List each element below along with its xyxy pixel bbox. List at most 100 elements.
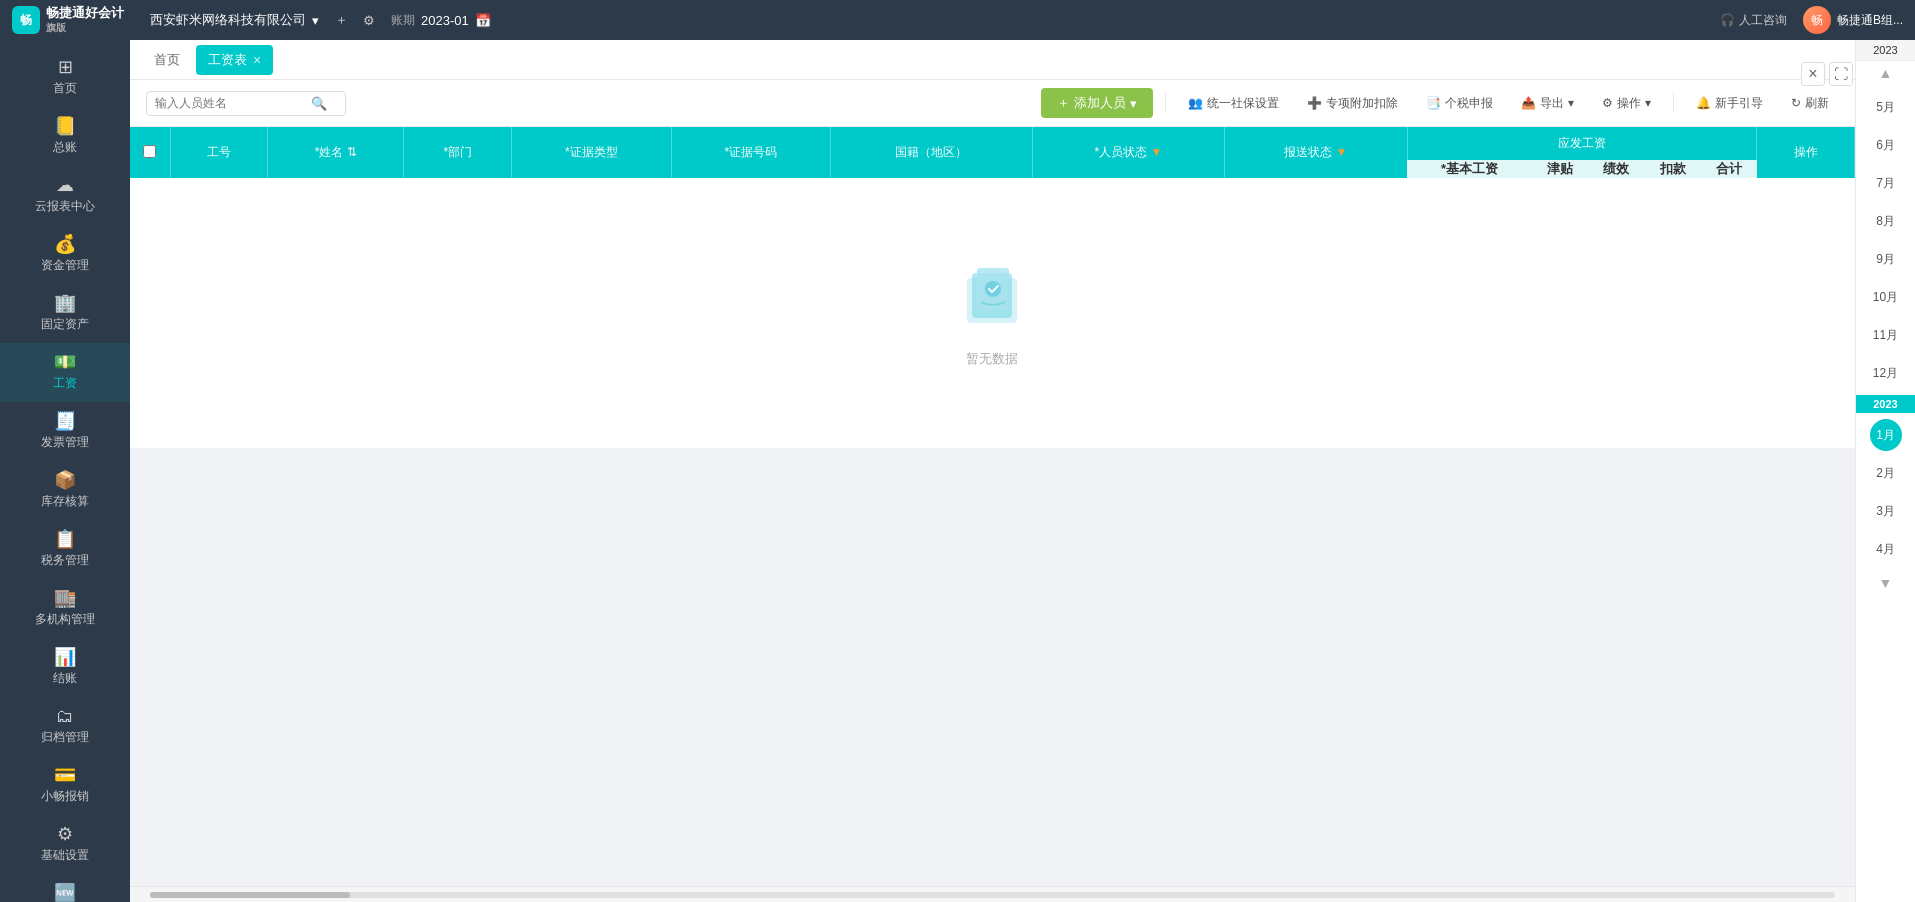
sidebar-item-cloud[interactable]: ☁ 云报表中心 — [0, 166, 130, 225]
sidebar: ⊞ 首页 📒 总账 ☁ 云报表中心 💰 资金管理 🏢 固定资产 💵 工资 🧾 发… — [0, 40, 130, 902]
month-7[interactable]: 7月 — [1870, 167, 1902, 199]
special-deduction-btn[interactable]: ➕ 专项附加扣除 — [1297, 90, 1408, 117]
sidebar-item-multi[interactable]: 🏬 多机构管理 — [0, 579, 130, 638]
tab-home[interactable]: 首页 — [142, 45, 192, 75]
col-deduction: 扣款 — [1644, 160, 1700, 178]
col-nation: 国籍（地区） — [831, 127, 1032, 178]
tab-close-icon[interactable]: × — [253, 52, 261, 68]
social-settings-btn[interactable]: 👥 统一社保设置 — [1178, 90, 1289, 117]
refresh-icon: ↻ — [1791, 96, 1801, 110]
guide-icon: 🔔 — [1696, 96, 1711, 110]
sort-icon[interactable]: ⇅ — [347, 145, 357, 159]
sidebar-item-assets[interactable]: 🏢 固定资产 — [0, 284, 130, 343]
month-1[interactable]: 1月 — [1870, 419, 1902, 451]
month-11[interactable]: 11月 — [1870, 319, 1902, 351]
sidebar-item-archive[interactable]: 🗂 归档管理 — [0, 697, 130, 756]
search-input[interactable] — [155, 96, 305, 110]
assets-icon: 🏢 — [54, 294, 76, 312]
sidebar-item-guide[interactable]: 🆕 新手引导 — [0, 874, 130, 902]
select-all-checkbox[interactable] — [143, 145, 156, 158]
period-selector[interactable]: 账期 2023-01 📅 — [383, 12, 499, 29]
tax-icon: 📑 — [1426, 96, 1441, 110]
date-nav-up[interactable]: ▲ — [1856, 61, 1915, 85]
tab-salary[interactable]: 工资表 × — [196, 45, 273, 75]
action-icon: ⚙ — [1602, 96, 1613, 110]
report-filter-icon[interactable]: ▼ — [1336, 145, 1348, 159]
col-status: *人员状态 ▼ — [1032, 127, 1225, 178]
month-8[interactable]: 8月 — [1870, 205, 1902, 237]
app-logo: 畅 畅捷通好会计 旗版 — [12, 5, 142, 35]
sidebar-item-tax[interactable]: 📋 税务管理 — [0, 520, 130, 579]
sep1 — [1165, 93, 1166, 113]
add-person-btn[interactable]: ＋ 添加人员 ▾ — [1041, 88, 1153, 118]
period-label: 账期 — [391, 12, 415, 29]
service-btn[interactable]: 🎧 人工咨询 — [1720, 12, 1787, 29]
new-guide-btn[interactable]: 🔔 新手引导 — [1686, 90, 1773, 117]
add-company-btn[interactable]: ＋ — [327, 6, 355, 34]
search-box[interactable]: 🔍 — [146, 91, 346, 116]
main-layout: ⊞ 首页 📒 总账 ☁ 云报表中心 💰 资金管理 🏢 固定资产 💵 工资 🧾 发… — [0, 40, 1915, 902]
export-dropdown-icon: ▾ — [1568, 96, 1574, 110]
month-9[interactable]: 9月 — [1870, 243, 1902, 275]
expand-panel-btn[interactable]: ⛶ — [1829, 62, 1853, 86]
close-panel-btn[interactable]: × — [1801, 62, 1825, 86]
month-5[interactable]: 5月 — [1870, 91, 1902, 123]
col-checkbox[interactable] — [130, 127, 170, 178]
toolbar: 🔍 ＋ 添加人员 ▾ 👥 统一社保设置 ➕ 专项附加扣除 📑 个税申报 — [130, 80, 1855, 127]
status-filter-icon[interactable]: ▼ — [1150, 145, 1162, 159]
sidebar-item-salary[interactable]: 💵 工资 — [0, 343, 130, 402]
action-btn[interactable]: ⚙ 操作 ▾ — [1592, 90, 1661, 117]
inventory-icon: 📦 — [54, 471, 76, 489]
sidebar-item-inventory[interactable]: 📦 库存核算 — [0, 461, 130, 520]
user-menu[interactable]: 畅 畅捷通B组... — [1803, 6, 1903, 34]
multi-icon: 🏬 — [54, 589, 76, 607]
company-selector[interactable]: 西安虾米网络科技有限公司 ▾ — [142, 7, 327, 33]
sidebar-item-invoice[interactable]: 🧾 发票管理 — [0, 402, 130, 461]
month-2[interactable]: 2月 — [1870, 457, 1902, 489]
panel-controls: × ⛶ — [1801, 62, 1853, 86]
tax-icon: 📋 — [54, 530, 76, 548]
cloud-icon: ☁ — [56, 176, 74, 194]
action-dropdown-icon: ▾ — [1645, 96, 1651, 110]
empty-icon — [952, 258, 1032, 338]
sidebar-label-salary: 工资 — [53, 375, 77, 392]
sidebar-item-settings[interactable]: ⚙ 基础设置 — [0, 815, 130, 874]
sidebar-label-inventory: 库存核算 — [41, 493, 89, 510]
col-allowance: 津贴 — [1532, 160, 1588, 178]
tax-report-btn[interactable]: 📑 个税申报 — [1416, 90, 1503, 117]
date-nav-down[interactable]: ▼ — [1856, 571, 1915, 595]
col-name: *姓名 ⇅ — [267, 127, 403, 178]
export-icon: 📤 — [1521, 96, 1536, 110]
calendar-icon: 📅 — [475, 13, 491, 28]
col-base-salary: *基本工资 — [1407, 160, 1532, 178]
refresh-btn[interactable]: ↻ 刷新 — [1781, 90, 1839, 117]
col-salary-group: 应发工资 — [1407, 127, 1757, 160]
month-12[interactable]: 12月 — [1870, 357, 1902, 389]
app-name: 畅捷通好会计 — [46, 5, 124, 21]
sidebar-item-ledger[interactable]: 📒 总账 — [0, 107, 130, 166]
horizontal-scrollbar[interactable] — [150, 892, 1835, 898]
special-icon: ➕ — [1307, 96, 1322, 110]
svg-point-3 — [985, 281, 1001, 297]
sidebar-item-expense[interactable]: 💳 小畅报销 — [0, 756, 130, 815]
sidebar-item-settle[interactable]: 📊 结账 — [0, 638, 130, 697]
data-table: 工号 *姓名 ⇅ *部门 *证据类型 *证据号码 国籍（地区） *人员状态 ▼ — [130, 127, 1855, 448]
sidebar-item-home[interactable]: ⊞ 首页 — [0, 48, 130, 107]
empty-row: 暂无数据 — [130, 178, 1855, 448]
month-6[interactable]: 6月 — [1870, 129, 1902, 161]
avatar: 畅 — [1803, 6, 1831, 34]
month-10[interactable]: 10月 — [1870, 281, 1902, 313]
export-btn[interactable]: 📤 导出 ▾ — [1511, 90, 1584, 117]
sidebar-item-funds[interactable]: 💰 资金管理 — [0, 225, 130, 284]
month-3[interactable]: 3月 — [1870, 495, 1902, 527]
col-operation: 操作 — [1757, 127, 1855, 178]
archive-icon: 🗂 — [56, 707, 74, 725]
company-name: 西安虾米网络科技有限公司 — [150, 11, 306, 29]
month-4[interactable]: 4月 — [1870, 533, 1902, 565]
guide-icon: 🆕 — [54, 884, 76, 902]
sidebar-label-multi: 多机构管理 — [35, 611, 95, 628]
sidebar-label-settings: 基础设置 — [41, 847, 89, 864]
col-id-type: *证据类型 — [512, 127, 672, 178]
settings-btn[interactable]: ⚙ — [355, 6, 383, 34]
salary-icon: 💵 — [54, 353, 76, 371]
